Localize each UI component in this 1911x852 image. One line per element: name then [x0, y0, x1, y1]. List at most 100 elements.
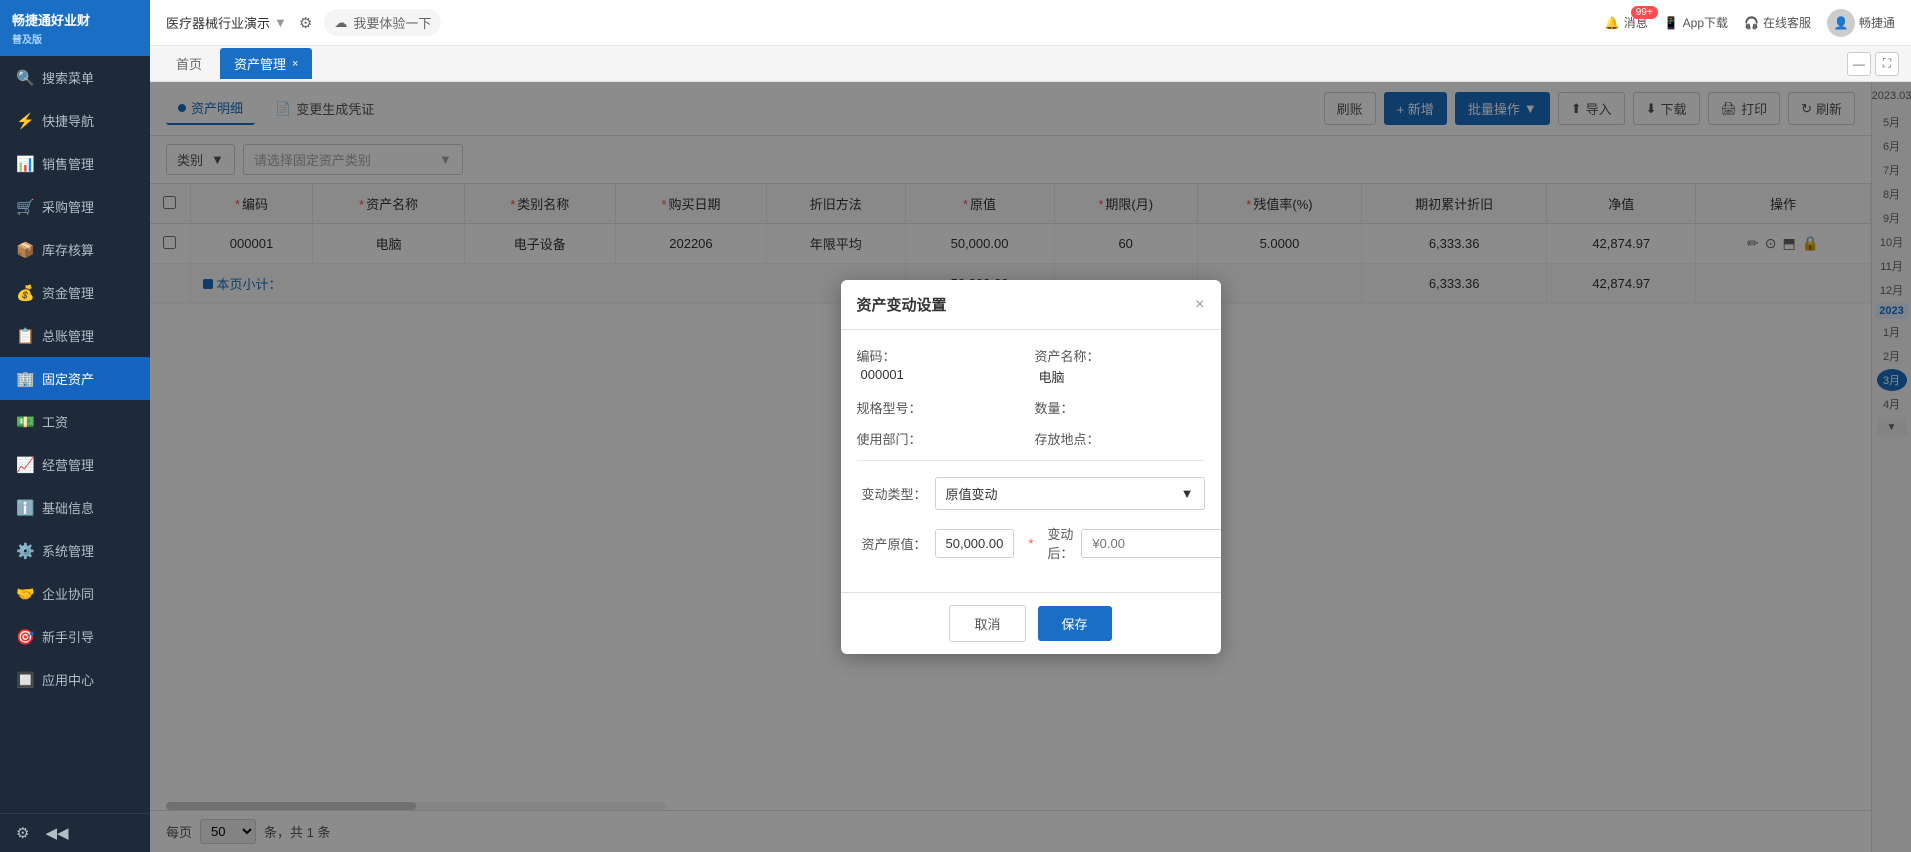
location-label: 存放地点： [1035, 429, 1205, 448]
sidebar-item-collab[interactable]: 🤝 企业协同 [0, 572, 150, 615]
modal-body: 编码： 000001 资产名称： 电脑 规格型号： 数量： [841, 330, 1221, 592]
modal-title: 资产变动设置 [857, 294, 947, 315]
sidebar-item-basic-info[interactable]: ℹ️ 基础信息 [0, 486, 150, 529]
company-name: 医疗器械行业演示 [166, 13, 270, 32]
modal-asset-value-row: 资产原值： 50,000.00 * 变动后： [857, 524, 1205, 562]
after-change-input[interactable] [1081, 529, 1220, 558]
basic-info-icon: ℹ️ [16, 499, 34, 517]
sidebar-scroll: 🔍 搜索菜单 ⚡ 快捷导航 📊 销售管理 🛒 采购管理 📦 库存核算 💰 资金管… [0, 56, 150, 813]
sidebar-footer: ⚙ ◀◀ [0, 813, 150, 852]
tab-minimize-btn[interactable]: — [1847, 52, 1871, 76]
headset-icon: 🎧 [1744, 16, 1759, 30]
quicknav-icon: ⚡ [16, 112, 34, 130]
tab-close-icon[interactable]: × [292, 58, 298, 70]
collab-icon: 🤝 [16, 585, 34, 603]
modal-footer: 取消 保存 [841, 592, 1221, 654]
app-name: 畅捷通好业财 [12, 10, 90, 29]
app-download-btn[interactable]: 📱 App下载 [1664, 14, 1728, 31]
topbar-actions: 🔔 消息 99+ 📱 App下载 🎧 在线客服 👤 畅捷通 [1605, 9, 1895, 37]
operations-icon: 📈 [16, 456, 34, 474]
settings-icon[interactable]: ⚙ [16, 824, 29, 842]
modal-divider [857, 460, 1205, 461]
save-button[interactable]: 保存 [1038, 606, 1112, 641]
code-label: 编码： [857, 346, 1027, 365]
spec-label: 规格型号： [857, 398, 1027, 417]
cancel-button[interactable]: 取消 [949, 605, 1025, 642]
tabbar-controls: — ⛶ [1847, 52, 1899, 76]
system-icon: ⚙️ [16, 542, 34, 560]
sidebar: 畅捷通好业财 普及版 🔍 搜索菜单 ⚡ 快捷导航 📊 销售管理 🛒 采购管理 📦… [0, 0, 150, 852]
tab-maximize-btn[interactable]: ⛶ [1875, 52, 1899, 76]
content-area: 资产明细 📄 变更生成凭证 刷账 + 新增 批量操作 ▼ ⬆ [150, 82, 1911, 852]
phone-icon: 📱 [1664, 16, 1679, 30]
dept-label: 使用部门： [857, 429, 1027, 448]
sidebar-item-purchase[interactable]: 🛒 采购管理 [0, 185, 150, 228]
app-edition: 普及版 [12, 31, 90, 46]
sidebar-item-fixed-assets[interactable]: 🏢 固定资产 [0, 357, 150, 400]
modal-close-btn[interactable]: × [1195, 296, 1204, 314]
topbar: 医疗器械行业演示 ▼ ⚙ ☁ 我要体验一下 🔔 消息 99+ 📱 App下载 🎧… [150, 0, 1911, 46]
modal-info-row-3: 使用部门： 存放地点： [857, 429, 1205, 448]
select-chevron-icon: ▼ [1181, 486, 1194, 501]
modal-change-type-row: 变动类型： 原值变动 ▼ [857, 477, 1205, 510]
bell-icon: 🔔 [1605, 16, 1620, 30]
after-change-label: 变动后： [1047, 524, 1073, 562]
sales-icon: 📊 [16, 155, 34, 173]
sidebar-item-ledger[interactable]: 📋 总账管理 [0, 314, 150, 357]
ledger-icon: 📋 [16, 327, 34, 345]
modal-spec-field: 规格型号： [857, 398, 1027, 417]
sidebar-item-operations[interactable]: 📈 经营管理 [0, 443, 150, 486]
collapse-icon[interactable]: ◀◀ [45, 824, 68, 842]
change-type-value: 原值变动 [946, 484, 998, 503]
company-selector[interactable]: 医疗器械行业演示 ▼ [166, 13, 287, 32]
inventory-icon: 📦 [16, 241, 34, 259]
cloud-icon: ☁ [334, 15, 347, 31]
sidebar-item-search[interactable]: 🔍 搜索菜单 [0, 56, 150, 99]
required-star: * [1028, 536, 1033, 551]
modal-overlay: 资产变动设置 × 编码： 000001 资产名称： 电脑 [150, 82, 1911, 852]
change-type-label: 变动类型： [857, 484, 927, 503]
quantity-label: 数量： [1035, 398, 1205, 417]
asset-name-value: 电脑 [1039, 367, 1205, 386]
sidebar-item-sales[interactable]: 📊 销售管理 [0, 142, 150, 185]
notifications-badge: 99+ [1631, 6, 1658, 19]
guide-icon: 🎯 [16, 628, 34, 646]
fixed-assets-icon: 🏢 [16, 370, 34, 388]
purchase-icon: 🛒 [16, 198, 34, 216]
sidebar-item-inventory[interactable]: 📦 库存核算 [0, 228, 150, 271]
asset-name-label: 资产名称： [1035, 346, 1205, 365]
customer-service-btn[interactable]: 🎧 在线客服 [1744, 14, 1811, 31]
chevron-down-icon: ▼ [274, 15, 287, 30]
code-value: 000001 [861, 367, 1027, 382]
modal-code-field: 编码： 000001 [857, 346, 1027, 386]
main-content: 医疗器械行业演示 ▼ ⚙ ☁ 我要体验一下 🔔 消息 99+ 📱 App下载 🎧… [150, 0, 1911, 852]
appstore-icon: 🔲 [16, 671, 34, 689]
sidebar-item-finance[interactable]: 💰 资金管理 [0, 271, 150, 314]
modal-location-field: 存放地点： [1035, 429, 1205, 448]
tab-home[interactable]: 首页 [162, 48, 216, 79]
modal-info-row-2: 规格型号： 数量： [857, 398, 1205, 417]
modal-header: 资产变动设置 × [841, 280, 1221, 330]
notifications-btn[interactable]: 🔔 消息 99+ [1605, 14, 1648, 31]
change-type-select[interactable]: 原值变动 ▼ [935, 477, 1205, 510]
tab-asset-management[interactable]: 资产管理 × [220, 48, 312, 79]
feedback-btn[interactable]: ☁ 我要体验一下 [324, 9, 441, 36]
sidebar-item-system[interactable]: ⚙️ 系统管理 [0, 529, 150, 572]
sidebar-item-payroll[interactable]: 💵 工资 [0, 400, 150, 443]
gear-icon[interactable]: ⚙ [299, 14, 312, 32]
modal-asset-name-field: 资产名称： 电脑 [1035, 346, 1205, 386]
payroll-icon: 💵 [16, 413, 34, 431]
sidebar-item-appstore[interactable]: 🔲 应用中心 [0, 658, 150, 701]
sidebar-item-quicknav[interactable]: ⚡ 快捷导航 [0, 99, 150, 142]
asset-change-modal: 资产变动设置 × 编码： 000001 资产名称： 电脑 [841, 280, 1221, 654]
modal-dept-field: 使用部门： [857, 429, 1027, 448]
user-avatar[interactable]: 👤 畅捷通 [1827, 9, 1895, 37]
sidebar-item-guide[interactable]: 🎯 新手引导 [0, 615, 150, 658]
avatar: 👤 [1827, 9, 1855, 37]
search-icon: 🔍 [16, 69, 34, 87]
modal-quantity-field: 数量： [1035, 398, 1205, 417]
asset-value-label: 资产原值： [857, 534, 927, 553]
tabbar: 首页 资产管理 × — ⛶ [150, 46, 1911, 82]
modal-info-row-1: 编码： 000001 资产名称： 电脑 [857, 346, 1205, 386]
asset-value-display: 50,000.00 [935, 529, 1015, 558]
